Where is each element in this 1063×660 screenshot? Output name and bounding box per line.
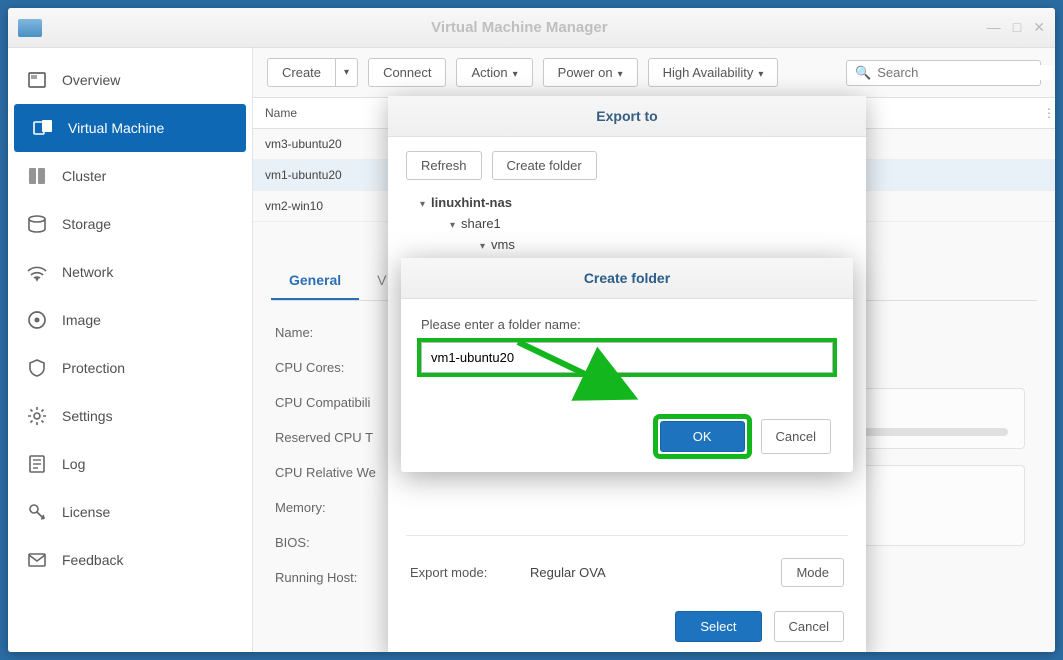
folder-name-input[interactable] [421,342,833,373]
power-button[interactable]: Power on [543,58,638,87]
sidebar: Overview Virtual Machine Cluster Storage… [8,48,253,652]
create-button[interactable]: Create [267,58,336,87]
sidebar-item-overview[interactable]: Overview [8,56,252,104]
sidebar-item-feedback[interactable]: Feedback [8,536,252,584]
sidebar-label: Log [62,456,85,472]
search-box[interactable]: 🔍 [846,60,1041,86]
sidebar-label: Virtual Machine [68,120,164,136]
search-input[interactable] [877,65,1053,80]
create-folder-button[interactable]: Create folder [492,151,597,180]
sidebar-label: License [62,504,110,520]
dialog-title: Create folder [401,258,853,299]
network-icon [26,261,48,283]
sidebar-item-virtual-machine[interactable]: Virtual Machine [14,104,246,152]
protection-icon [26,357,48,379]
tree-vms[interactable]: vms [406,234,848,255]
create-button-group: Create ▾ [267,58,358,87]
sidebar-label: Image [62,312,101,328]
create-folder-dialog: Create folder Please enter a folder name… [401,258,853,472]
sidebar-label: Settings [62,408,113,424]
search-icon: 🔍 [855,65,871,81]
sidebar-item-image[interactable]: Image [8,296,252,344]
license-icon [26,501,48,523]
overview-icon [26,69,48,91]
export-mode-value: Regular OVA [530,565,606,580]
ok-button[interactable]: OK [660,421,745,452]
ha-button[interactable]: High Availability [648,58,779,87]
dialog-prompt: Please enter a folder name: [421,317,833,332]
image-icon [26,309,48,331]
export-mode-label: Export mode: [410,565,530,580]
close-icon[interactable]: ✕ [1033,19,1045,36]
create-dropdown[interactable]: ▾ [336,58,358,87]
app-icon [18,19,42,37]
col-menu-icon[interactable]: ⋮ [1031,98,1055,128]
sidebar-item-log[interactable]: Log [8,440,252,488]
toolbar: Create ▾ Connect Action Power on High Av… [253,48,1055,97]
app-window: Virtual Machine Manager — □ ✕ Overview V… [8,8,1055,652]
export-title: Export to [388,96,866,137]
sidebar-item-protection[interactable]: Protection [8,344,252,392]
sidebar-label: Overview [62,72,120,88]
maximize-icon[interactable]: □ [1013,19,1021,36]
titlebar: Virtual Machine Manager — □ ✕ [8,8,1055,48]
dialog-cancel-button[interactable]: Cancel [761,419,831,454]
sidebar-label: Feedback [62,552,123,568]
sidebar-label: Network [62,264,113,280]
connect-button[interactable]: Connect [368,58,446,87]
tab-general[interactable]: General [271,262,359,300]
vm-icon [32,117,54,139]
sidebar-item-storage[interactable]: Storage [8,200,252,248]
sidebar-item-settings[interactable]: Settings [8,392,252,440]
storage-icon [26,213,48,235]
cluster-icon [26,165,48,187]
sidebar-item-network[interactable]: Network [8,248,252,296]
ok-highlight: OK [658,419,747,454]
export-cancel-button[interactable]: Cancel [774,611,844,642]
minimize-icon[interactable]: — [987,19,1001,36]
action-button[interactable]: Action [456,58,532,87]
log-icon [26,453,48,475]
sidebar-label: Cluster [62,168,106,184]
sidebar-item-license[interactable]: License [8,488,252,536]
sidebar-label: Storage [62,216,111,232]
mode-button[interactable]: Mode [781,558,844,587]
window-title: Virtual Machine Manager [52,19,987,36]
gear-icon [26,405,48,427]
feedback-icon [26,549,48,571]
tree-share[interactable]: share1 [406,213,848,234]
sidebar-label: Protection [62,360,125,376]
refresh-button[interactable]: Refresh [406,151,482,180]
select-button[interactable]: Select [675,611,761,642]
sidebar-item-cluster[interactable]: Cluster [8,152,252,200]
folder-tree: linuxhint-nas share1 vms [406,192,848,255]
tree-root[interactable]: linuxhint-nas [406,192,848,213]
